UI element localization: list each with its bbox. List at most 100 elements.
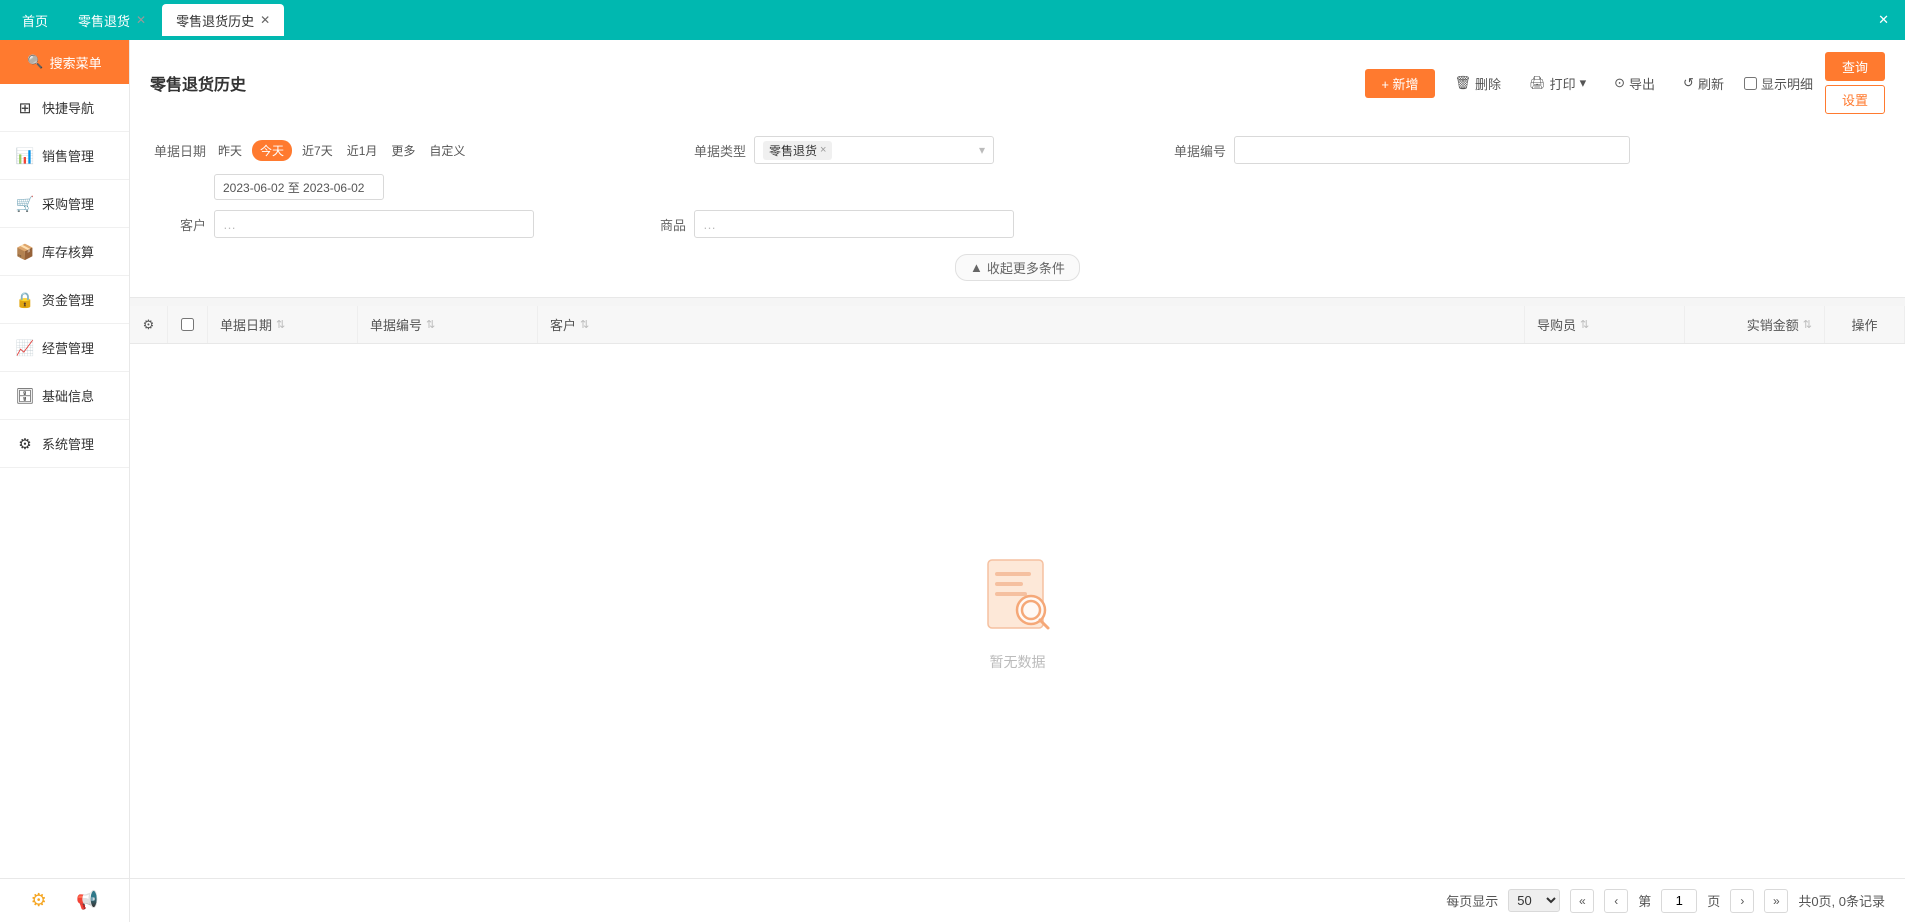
bill-type-tag: 零售退货 × (763, 141, 832, 160)
sidebar-item-quick-nav[interactable]: ⊞ 快捷导航 (0, 84, 129, 132)
inventory-icon: 📦 (16, 243, 34, 261)
page-header-top: 零售退货历史 + 新增 🗑 删除 🖨 打印 ▾ ⊙ 导出 (150, 52, 1885, 114)
goods-filter-item: 商品 … (630, 210, 1090, 238)
th-date: 单据日期 ⇅ (208, 306, 358, 343)
search-icon: 🔍 (27, 54, 43, 70)
sidebar-item-purchase[interactable]: 🛒 采购管理 (0, 180, 129, 228)
system-icon: ⚙ (16, 435, 34, 453)
filter-row-1: 单据日期 昨天 今天 近7天 近1月 更多 自定义 单据类型 (150, 136, 1885, 164)
page-title: 零售退货历史 (150, 71, 246, 95)
last7days-btn[interactable]: 近7天 (298, 140, 337, 161)
top-bar: 首页 零售退货 ✕ 零售退货历史 ✕ ✕ (0, 0, 1905, 40)
bill-no-filter-item: 单据编号 (1170, 136, 1630, 164)
delete-button[interactable]: 🗑 删除 (1447, 70, 1510, 97)
sidebar-settings-icon[interactable]: ⚙ (31, 890, 47, 911)
finance-icon: 🔒 (16, 291, 34, 309)
bill-no-input[interactable] (1234, 136, 1630, 164)
empty-icon (973, 550, 1063, 640)
collapse-bar[interactable]: ▲ 收起更多条件 (150, 248, 1885, 287)
th-no: 单据编号 ⇅ (358, 306, 538, 343)
sidebar-item-operations[interactable]: 📈 经营管理 (0, 324, 129, 372)
bill-type-select[interactable]: 零售退货 × ▾ (754, 136, 994, 164)
page-input[interactable] (1661, 889, 1697, 913)
customer-label: 客户 (150, 215, 206, 234)
select-all-checkbox[interactable] (181, 318, 194, 331)
content-area: 零售退货历史 + 新增 🗑 删除 🖨 打印 ▾ ⊙ 导出 (130, 40, 1905, 922)
th-settings[interactable]: ⚙ (130, 306, 168, 343)
sidebar-item-sales[interactable]: 📊 销售管理 (0, 132, 129, 180)
page-suffix: 页 (1707, 891, 1720, 910)
query-button[interactable]: 查询 (1825, 52, 1885, 81)
main-layout: 🔍 搜索菜单 ⊞ 快捷导航 📊 销售管理 🛒 采购管理 📦 库存核算 🔒 (0, 40, 1905, 922)
more-btn[interactable]: 更多 (387, 140, 419, 161)
pagination-summary: 共0页, 0条记录 (1798, 891, 1885, 910)
sidebar-bottom: ⚙ 📢 (0, 878, 129, 922)
sort-no-icon[interactable]: ⇅ (426, 318, 435, 331)
refresh-button[interactable]: ↺ 刷新 (1675, 70, 1732, 97)
today-btn[interactable]: 今天 (252, 140, 292, 161)
next-page-btn[interactable]: › (1730, 889, 1754, 913)
empty-state: 暂无数据 (130, 344, 1905, 878)
date-filter-label: 单据日期 (150, 141, 206, 160)
sort-date-icon[interactable]: ⇅ (276, 318, 285, 331)
last1month-btn[interactable]: 近1月 (343, 140, 382, 161)
page-header: 零售退货历史 + 新增 🗑 删除 🖨 打印 ▾ ⊙ 导出 (130, 40, 1905, 298)
settings-button[interactable]: 设置 (1825, 85, 1885, 114)
date-filter-item: 单据日期 昨天 今天 近7天 近1月 更多 自定义 (150, 140, 670, 161)
custom-btn[interactable]: 自定义 (425, 140, 469, 161)
filter-area: 单据日期 昨天 今天 近7天 近1月 更多 自定义 单据类型 (150, 126, 1885, 297)
th-customer: 客户 ⇅ (538, 306, 1525, 343)
print-chevron-icon: ▾ (1580, 75, 1587, 91)
date-range-value[interactable]: 2023-06-02 至 2023-06-02 (214, 174, 384, 200)
sidebar-item-basic-info[interactable]: 🗄 基础信息 (0, 372, 129, 420)
sidebar-item-inventory[interactable]: 📦 库存核算 (0, 228, 129, 276)
new-button[interactable]: + 新增 (1365, 69, 1434, 98)
tab-retail-return-close[interactable]: ✕ (136, 13, 146, 27)
yesterday-btn[interactable]: 昨天 (214, 140, 246, 161)
customer-placeholder: … (223, 217, 236, 232)
window-close-btn[interactable]: ✕ (1870, 8, 1897, 32)
bill-type-filter-item: 单据类型 零售退货 × ▾ (690, 136, 1150, 164)
customer-filter-item: 客户 … (150, 210, 610, 238)
export-button[interactable]: ⊙ 导出 (1606, 70, 1663, 97)
th-checkbox[interactable] (168, 306, 208, 343)
prev-page-btn[interactable]: ‹ (1604, 889, 1628, 913)
print-icon: 🖨 (1529, 75, 1546, 91)
goods-select[interactable]: … (694, 210, 1014, 238)
sidebar-item-finance[interactable]: 🔒 资金管理 (0, 276, 129, 324)
tab-retail-return-history[interactable]: 零售退货历史 ✕ (162, 4, 284, 36)
table-area: ⚙ 单据日期 ⇅ 单据编号 ⇅ 客户 ⇅ 导购员 (130, 306, 1905, 922)
tab-retail-return[interactable]: 零售退货 ✕ (64, 4, 160, 36)
sidebar-audio-icon[interactable]: 📢 (76, 890, 98, 911)
tab-retail-return-history-close[interactable]: ✕ (260, 13, 270, 27)
print-button[interactable]: 🖨 打印 ▾ (1521, 70, 1594, 97)
th-action: 操作 (1825, 306, 1905, 343)
show-detail-checkbox-label[interactable]: 显示明细 (1744, 74, 1813, 93)
delete-icon: 🗑 (1455, 75, 1472, 91)
sidebar-item-system[interactable]: ⚙ 系统管理 (0, 420, 129, 468)
collapse-button[interactable]: ▲ 收起更多条件 (955, 254, 1080, 281)
customer-select[interactable]: … (214, 210, 534, 238)
sort-guide-icon[interactable]: ⇅ (1580, 318, 1589, 331)
date-filter: 昨天 今天 近7天 近1月 更多 自定义 (214, 140, 469, 161)
empty-text: 暂无数据 (990, 652, 1046, 672)
per-page-select[interactable]: 50 20 100 (1508, 889, 1560, 912)
show-detail-checkbox[interactable] (1744, 77, 1757, 90)
sales-icon: 📊 (16, 147, 34, 165)
quick-nav-icon: ⊞ (16, 99, 34, 117)
per-page-label: 每页显示 (1446, 891, 1498, 910)
purchase-icon: 🛒 (16, 195, 34, 213)
th-amount: 实销金额 ⇅ (1685, 306, 1825, 343)
sort-amount-icon[interactable]: ⇅ (1803, 318, 1812, 331)
first-page-btn[interactable]: « (1570, 889, 1594, 913)
bill-type-chevron-icon: ▾ (979, 143, 985, 157)
settings-icon: ⚙ (143, 317, 155, 333)
toolbar: + 新增 🗑 删除 🖨 打印 ▾ ⊙ 导出 ↺ (1365, 52, 1885, 114)
tab-home[interactable]: 首页 (8, 4, 62, 36)
goods-placeholder: … (703, 217, 716, 232)
sort-customer-icon[interactable]: ⇅ (580, 318, 589, 331)
sidebar-search[interactable]: 🔍 搜索菜单 (0, 40, 129, 84)
last-page-btn[interactable]: » (1764, 889, 1788, 913)
bill-type-label: 单据类型 (690, 141, 746, 160)
bill-type-tag-close[interactable]: × (820, 144, 826, 156)
